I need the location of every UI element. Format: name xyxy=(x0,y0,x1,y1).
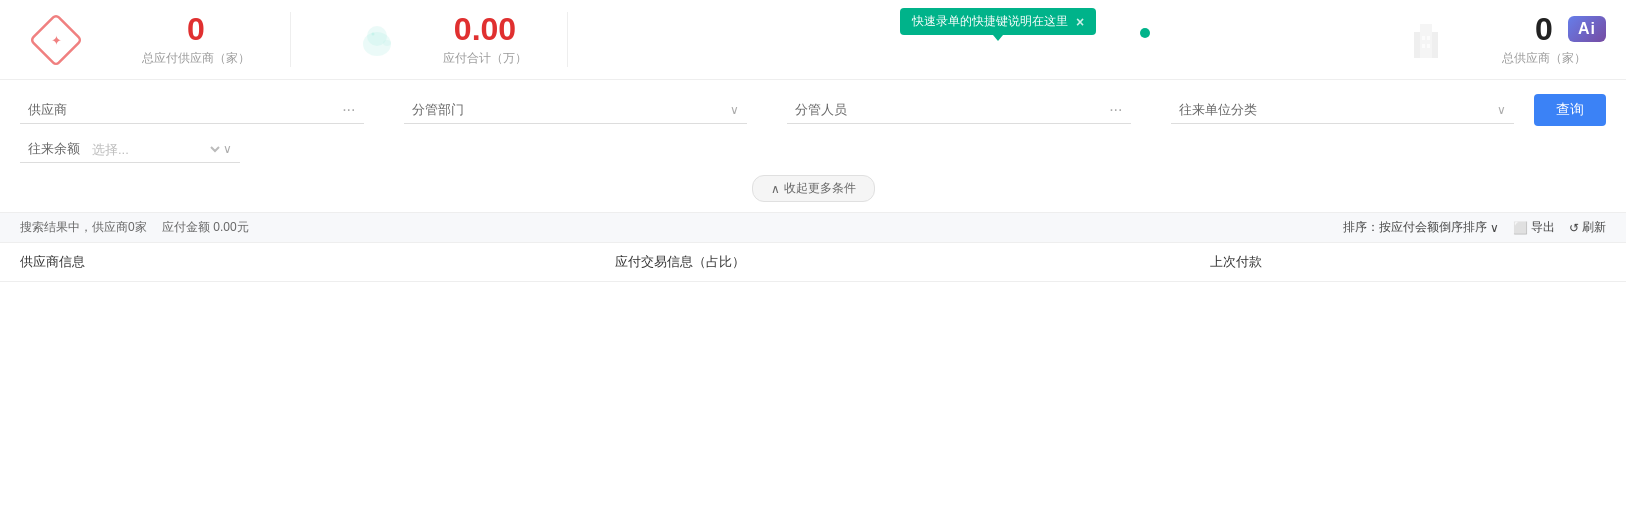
stat-payable-suppliers-value: 0 xyxy=(187,12,205,47)
results-summary: 搜索结果中，供应商0家 应付金额 0.00元 xyxy=(20,219,249,236)
building-icon xyxy=(1400,14,1452,66)
refresh-icon: ↺ xyxy=(1569,221,1579,235)
balance-label: 往来余额 xyxy=(28,140,80,158)
stat-payable-total: 0.00 应付合计（万） xyxy=(403,12,568,66)
stat-total-suppliers-value: 0 xyxy=(1535,12,1553,47)
stat-total-suppliers-label: 总供应商（家） xyxy=(1502,50,1586,67)
svg-text:✦: ✦ xyxy=(51,33,62,48)
person-input[interactable] xyxy=(855,102,1109,117)
collapse-btn[interactable]: ∧ 收起更多条件 xyxy=(752,175,875,202)
export-icon: ⬜ xyxy=(1513,221,1528,235)
stat-payable-total-label: 应付合计（万） xyxy=(443,50,527,67)
svg-rect-9 xyxy=(1427,36,1430,40)
supplier-dots[interactable]: ··· xyxy=(342,101,355,119)
collapse-icon: ∧ xyxy=(771,182,780,196)
svg-point-5 xyxy=(372,32,375,35)
ai-badge[interactable]: Ai xyxy=(1568,16,1606,42)
unit-class-input[interactable] xyxy=(1265,102,1498,117)
results-bar: 搜索结果中，供应商0家 应付金额 0.00元 排序：按应付会额倒序排序 ∨ ⬜ … xyxy=(0,212,1626,243)
col-header-transaction: 应付交易信息（占比） xyxy=(615,253,1210,271)
collapse-label: 收起更多条件 xyxy=(784,180,856,197)
unit-class-label: 往来单位分类 xyxy=(1179,101,1257,119)
person-label: 分管人员 xyxy=(795,101,847,119)
person-dots[interactable]: ··· xyxy=(1109,101,1122,119)
col-header-lastpay: 上次付款 xyxy=(1210,253,1607,271)
tooltip-close-btn[interactable]: × xyxy=(1076,14,1084,30)
results-actions: 排序：按应付会额倒序排序 ∨ ⬜ 导出 ↺ 刷新 xyxy=(1343,219,1606,236)
svg-rect-10 xyxy=(1422,44,1425,48)
unit-class-field[interactable]: 往来单位分类 ∨ xyxy=(1171,97,1515,124)
supplier-field[interactable]: 供应商 ··· xyxy=(20,97,364,124)
query-button[interactable]: 查询 xyxy=(1534,94,1606,126)
export-button[interactable]: ⬜ 导出 xyxy=(1513,219,1555,236)
refresh-button[interactable]: ↺ 刷新 xyxy=(1569,219,1606,236)
unit-class-arrow[interactable]: ∨ xyxy=(1497,103,1506,117)
sort-button[interactable]: 排序：按应付会额倒序排序 ∨ xyxy=(1343,219,1499,236)
supplier-input[interactable] xyxy=(75,102,342,117)
results-amount: 应付金额 0.00元 xyxy=(162,220,249,234)
svg-rect-8 xyxy=(1422,36,1425,40)
export-label: 导出 xyxy=(1531,219,1555,236)
dept-label: 分管部门 xyxy=(412,101,464,119)
empty-table-area xyxy=(0,282,1626,515)
dept-arrow[interactable]: ∨ xyxy=(730,103,739,117)
stat-payable-suppliers-label: 总应付供应商（家） xyxy=(142,50,250,67)
person-field[interactable]: 分管人员 ··· xyxy=(787,97,1131,124)
dept-input[interactable] xyxy=(472,102,731,117)
svg-rect-7 xyxy=(1420,24,1432,58)
tooltip-text: 快速录单的快捷键说明在这里 xyxy=(912,13,1068,30)
dept-field[interactable]: 分管部门 ∨ xyxy=(404,97,748,124)
sort-arrow[interactable]: ∨ xyxy=(1490,221,1499,235)
search-row-1: 供应商 ··· 分管部门 ∨ 分管人员 ··· 往来单位分类 ∨ 查询 xyxy=(20,94,1606,126)
svg-rect-11 xyxy=(1427,44,1430,48)
search-bar: 供应商 ··· 分管部门 ∨ 分管人员 ··· 往来单位分类 ∨ 查询 xyxy=(0,80,1626,163)
sort-label: 排序：按应付会额倒序排序 xyxy=(1343,219,1487,236)
balance-arrow[interactable]: ∨ xyxy=(223,142,232,156)
shortcut-tooltip: 快速录单的快捷键说明在这里 × xyxy=(900,8,1096,35)
supplier-label: 供应商 xyxy=(28,101,67,119)
table-header: 供应商信息 应付交易信息（占比） 上次付款 xyxy=(0,243,1626,282)
stat-payable-total-value: 0.00 xyxy=(454,12,516,47)
results-text: 搜索结果中，供应商0家 xyxy=(20,220,147,234)
piggy-icon xyxy=(351,14,403,66)
svg-point-4 xyxy=(383,40,391,46)
search-row-2: 往来余额 选择... ∨ xyxy=(20,136,1606,163)
stat-payable-suppliers: 0 总应付供应商（家） xyxy=(102,12,291,66)
collapse-more-section: ∧ 收起更多条件 xyxy=(0,171,1626,212)
balance-select[interactable]: 选择... xyxy=(88,141,223,158)
col-header-supplier: 供应商信息 xyxy=(20,253,615,271)
balance-field[interactable]: 往来余额 选择... ∨ xyxy=(20,136,240,163)
logo-icon: ✦ xyxy=(30,14,82,66)
stats-bar: ✦ 0 总应付供应商（家） 0.00 应付合计（万） 快速录单的快捷键说明在这里… xyxy=(0,0,1626,80)
refresh-label: 刷新 xyxy=(1582,219,1606,236)
tooltip-dot xyxy=(1140,28,1150,38)
